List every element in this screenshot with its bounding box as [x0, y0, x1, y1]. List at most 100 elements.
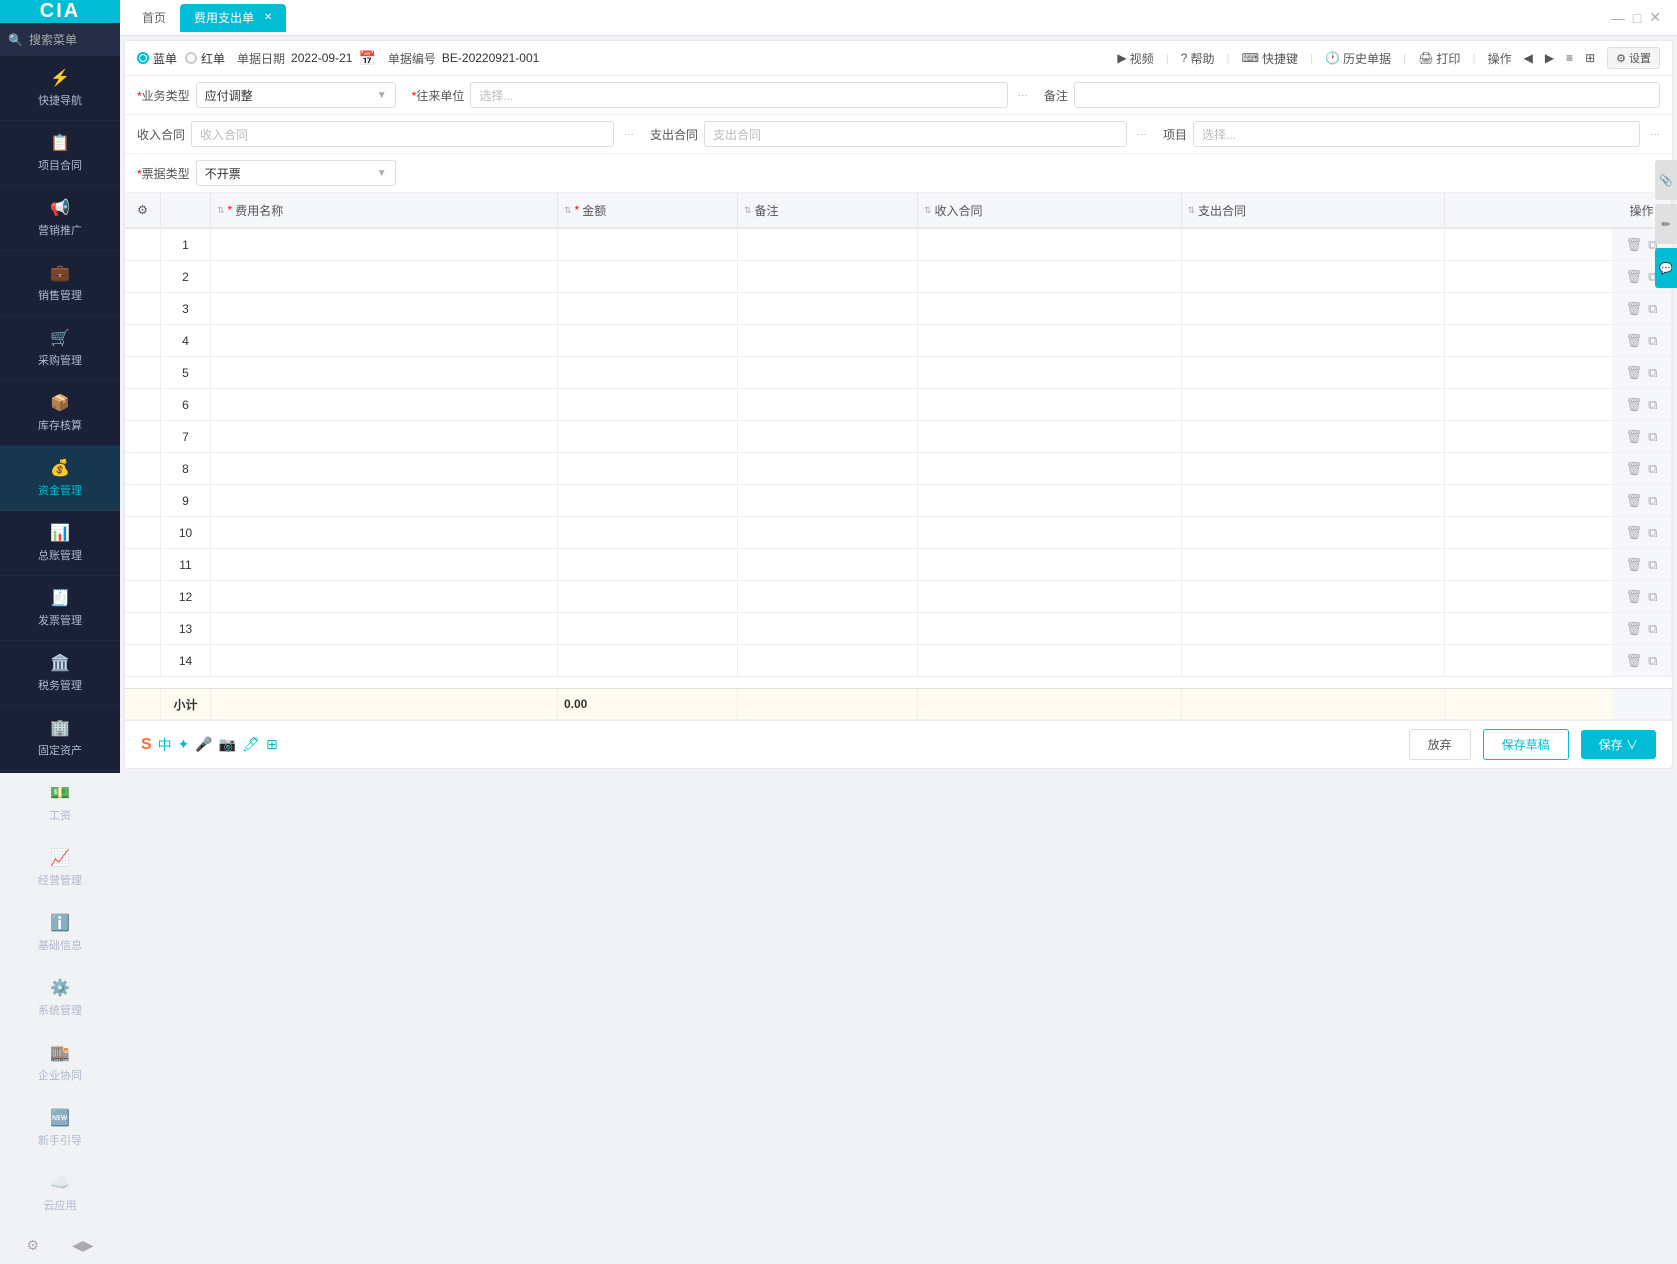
row-copy-icon[interactable]: ⧉ — [1648, 301, 1657, 317]
row-note-cell[interactable] — [738, 421, 918, 452]
tab-expense[interactable]: 费用支出单 ✕ — [180, 4, 286, 32]
nav-prev-button[interactable]: ◀ — [1524, 51, 1533, 65]
col-header-amount[interactable]: ⇅ * 金额 — [558, 193, 738, 227]
row-amount-cell[interactable] — [558, 645, 738, 676]
row-note-cell[interactable] — [738, 581, 918, 612]
row-income-cell[interactable] — [918, 645, 1182, 676]
row-delete-icon[interactable]: 🗑 — [1626, 557, 1643, 573]
right-float-edit-icon[interactable]: ✏ — [1655, 204, 1677, 244]
row-expense-cell[interactable] — [1182, 229, 1446, 260]
list-view-button[interactable]: ≡ — [1566, 51, 1573, 65]
window-close-button[interactable]: ✕ — [1649, 9, 1661, 26]
row-income-cell[interactable] — [918, 517, 1182, 548]
row-name-cell[interactable] — [211, 485, 558, 516]
row-income-cell[interactable] — [918, 293, 1182, 324]
row-expense-cell[interactable] — [1182, 357, 1446, 388]
sidebar-item-enterprise[interactable]: 🏬 企业协同 — [0, 1031, 120, 1096]
row-delete-icon[interactable]: 🗑 — [1626, 461, 1643, 477]
sidebar-item-quick-nav[interactable]: ⚡ 快捷导航 — [0, 56, 120, 121]
row-name-cell[interactable] — [211, 261, 558, 292]
sidebar-item-cloud-app[interactable]: ☁️ 云应用 — [0, 1161, 120, 1226]
row-delete-icon[interactable]: 🗑 — [1626, 301, 1643, 317]
row-note-cell[interactable] — [738, 293, 918, 324]
table-row[interactable]: 8 🗑 ⧉ — [125, 453, 1672, 485]
row-note-cell[interactable] — [738, 229, 918, 260]
row-delete-icon[interactable]: 🗑 — [1626, 493, 1643, 509]
project-more-button[interactable]: ··· — [1650, 129, 1660, 140]
col-header-note[interactable]: ⇅ 备注 — [738, 193, 918, 227]
row-copy-icon[interactable]: ⧉ — [1648, 333, 1657, 349]
row-amount-cell[interactable] — [558, 581, 738, 612]
row-expense-cell[interactable] — [1182, 293, 1446, 324]
sidebar-item-invoice[interactable]: 🧾 发票管理 — [0, 576, 120, 641]
remark-input[interactable] — [1074, 82, 1660, 108]
table-row[interactable]: 6 🗑 ⧉ — [125, 389, 1672, 421]
brand-stamp-icon[interactable]: 🖊 — [242, 736, 260, 753]
settings-icon[interactable]: ⚙ — [26, 1237, 39, 1254]
row-delete-icon[interactable]: 🗑 — [1626, 653, 1643, 669]
row-note-cell[interactable] — [738, 389, 918, 420]
sidebar-item-basic-info[interactable]: ℹ️ 基础信息 — [0, 901, 120, 966]
row-delete-icon[interactable]: 🗑 — [1626, 333, 1643, 349]
row-amount-cell[interactable] — [558, 517, 738, 548]
table-row[interactable]: 1 🗑 ⧉ — [125, 229, 1672, 261]
project-input[interactable]: 选择... — [1193, 121, 1640, 147]
row-name-cell[interactable] — [211, 549, 558, 580]
table-row[interactable]: 10 🗑 ⧉ — [125, 517, 1672, 549]
row-name-cell[interactable] — [211, 613, 558, 644]
sidebar-item-ledger[interactable]: 📊 总账管理 — [0, 511, 120, 576]
operate-button[interactable]: 操作 — [1488, 50, 1512, 67]
row-expense-cell[interactable] — [1182, 421, 1446, 452]
print-button[interactable]: 🖨 打印 — [1418, 50, 1460, 67]
row-note-cell[interactable] — [738, 357, 918, 388]
row-name-cell[interactable] — [211, 357, 558, 388]
row-copy-icon[interactable]: ⧉ — [1648, 397, 1657, 413]
nav-next-button[interactable]: ▶ — [1545, 51, 1554, 65]
row-expense-cell[interactable] — [1182, 389, 1446, 420]
row-amount-cell[interactable] — [558, 421, 738, 452]
row-amount-cell[interactable] — [558, 293, 738, 324]
right-float-comment-icon[interactable]: 💬 — [1655, 248, 1677, 288]
row-expense-cell[interactable] — [1182, 549, 1446, 580]
partner-more-button[interactable]: ··· — [1018, 90, 1028, 101]
table-row[interactable]: 4 🗑 ⧉ — [125, 325, 1672, 357]
row-delete-icon[interactable]: 🗑 — [1626, 397, 1643, 413]
row-copy-icon[interactable]: ⧉ — [1648, 461, 1657, 477]
row-copy-icon[interactable]: ⧉ — [1648, 493, 1657, 509]
sidebar-item-marketing[interactable]: 📢 营销推广 — [0, 186, 120, 251]
expense-contract-more-button[interactable]: ··· — [1137, 129, 1147, 140]
row-expense-cell[interactable] — [1182, 645, 1446, 676]
row-delete-icon[interactable]: 🗑 — [1626, 269, 1643, 285]
row-amount-cell[interactable] — [558, 613, 738, 644]
row-expense-cell[interactable] — [1182, 453, 1446, 484]
col-header-expense[interactable]: ⇅ 支出合同 — [1182, 193, 1446, 227]
col-header-name[interactable]: ⇅ * 费用名称 — [211, 193, 558, 227]
row-amount-cell[interactable] — [558, 325, 738, 356]
table-row[interactable]: 2 🗑 ⧉ — [125, 261, 1672, 293]
history-button[interactable]: 🕐 历史单据 — [1325, 50, 1391, 67]
row-delete-icon[interactable]: 🗑 — [1626, 525, 1643, 541]
tab-home[interactable]: 首页 — [128, 4, 180, 32]
table-row[interactable]: 12 🗑 ⧉ — [125, 581, 1672, 613]
row-note-cell[interactable] — [738, 645, 918, 676]
shortcut-button[interactable]: ⌨ 快捷键 — [1242, 50, 1298, 67]
calendar-icon[interactable]: 📅 — [358, 50, 375, 67]
row-income-cell[interactable] — [918, 261, 1182, 292]
row-amount-cell[interactable] — [558, 229, 738, 260]
table-row[interactable]: 9 🗑 ⧉ — [125, 485, 1672, 517]
row-delete-icon[interactable]: 🗑 — [1626, 365, 1643, 381]
brand-scan-icon[interactable]: 📷 — [219, 736, 236, 753]
sidebar-item-sales[interactable]: 💼 销售管理 — [0, 251, 120, 316]
number-value[interactable]: BE-20220921-001 — [442, 51, 539, 65]
row-amount-cell[interactable] — [558, 549, 738, 580]
row-copy-icon[interactable]: ⧉ — [1648, 429, 1657, 445]
row-expense-cell[interactable] — [1182, 613, 1446, 644]
row-amount-cell[interactable] — [558, 389, 738, 420]
right-float-attachment-icon[interactable]: 📎 — [1655, 160, 1677, 200]
table-row[interactable]: 5 🗑 ⧉ — [125, 357, 1672, 389]
sidebar-search[interactable]: 🔍 搜索菜单 — [0, 23, 120, 56]
col-header-income[interactable]: ⇅ 收入合同 — [918, 193, 1182, 227]
row-income-cell[interactable] — [918, 229, 1182, 260]
audio-icon[interactable]: ◀▶ — [72, 1237, 94, 1254]
invoice-type-input[interactable]: 不开票 ▼ — [196, 160, 396, 186]
